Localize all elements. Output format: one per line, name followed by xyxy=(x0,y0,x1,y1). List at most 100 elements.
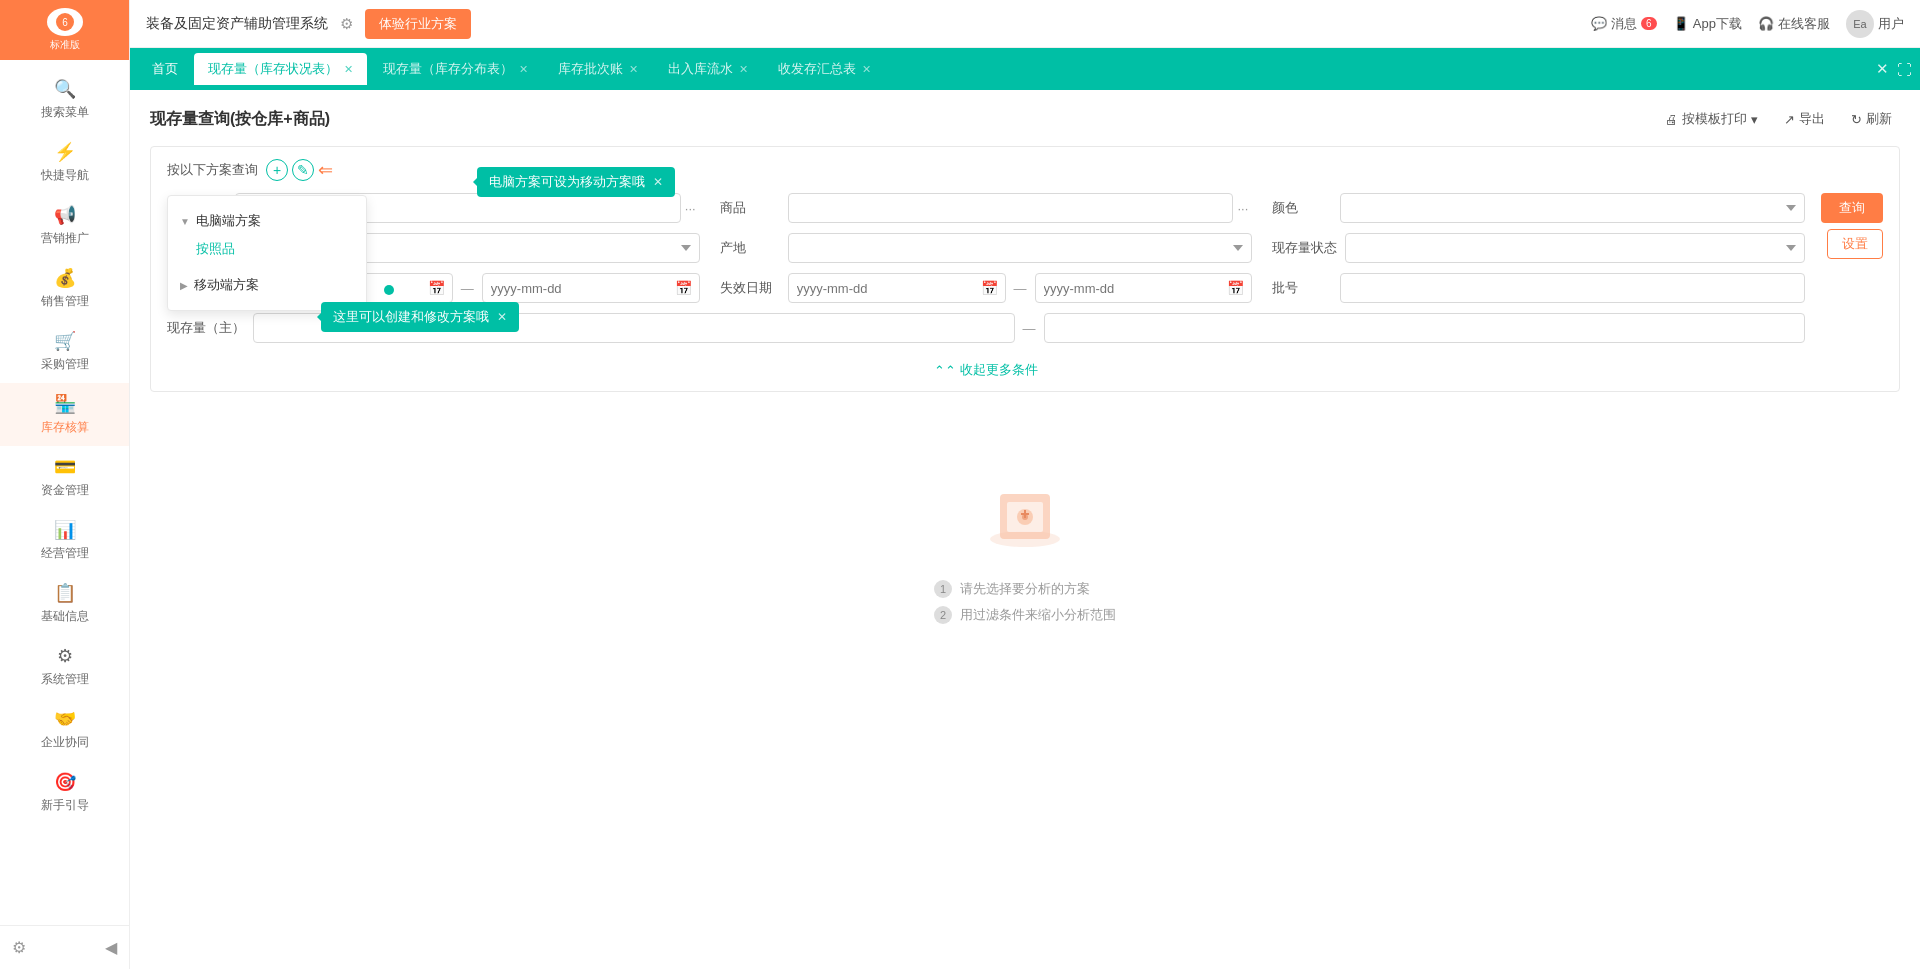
tab-inventory-status[interactable]: 现存量（库存状况表） ✕ xyxy=(194,53,367,85)
collapse-filter-btn[interactable]: ⌃⌃ 收起更多条件 xyxy=(167,353,1805,383)
goods-input[interactable] xyxy=(788,193,1234,223)
tab-batch-ledger[interactable]: 库存批次账 ✕ xyxy=(544,53,652,85)
scheme-item-bygoods[interactable]: 按照品 xyxy=(168,234,366,264)
message-icon: 💬 xyxy=(1591,16,1607,31)
sidebar-item-operation[interactable]: 📊 经营管理 xyxy=(0,509,129,572)
sidebar-item-search[interactable]: 🔍 搜索菜单 xyxy=(0,68,129,131)
stock-main-to-input[interactable] xyxy=(1044,313,1806,343)
tooltip-pc-close[interactable]: ✕ xyxy=(653,175,663,189)
sidebar-item-quicknav[interactable]: ⚡ 快捷导航 xyxy=(0,131,129,194)
empty-icon xyxy=(975,464,1075,564)
warehouse-more-icon[interactable]: ··· xyxy=(681,201,700,216)
sidebar-item-purchase[interactable]: 🛒 采购管理 xyxy=(0,320,129,383)
tab-close-batch-ledger[interactable]: ✕ xyxy=(629,63,638,76)
edit-scheme-btn[interactable]: ✎ xyxy=(292,159,314,181)
expire-date-end-calendar-icon[interactable]: 📅 xyxy=(1227,280,1244,296)
goods-more-icon[interactable]: ··· xyxy=(1233,201,1252,216)
scheme-group-arrow-icon: ▼ xyxy=(180,216,190,227)
sidebar: 6 标准版 🔍 搜索菜单 ⚡ 快捷导航 📢 营销推广 💰 销售管理 🛒 采购管理… xyxy=(0,0,130,969)
user-menu[interactable]: Ea 用户 xyxy=(1846,10,1904,38)
basic-icon: 📋 xyxy=(54,582,76,604)
page-content: 现存量查询(按仓库+商品) 🖨 按模板打印 ▾ ↗ 导出 ↻ 刷新 xyxy=(130,90,1920,969)
scheme-group-pc: ▼ 电脑端方案 按照品 xyxy=(168,204,366,268)
service-icon: 🎧 xyxy=(1758,16,1774,31)
scheme-group-pc-header[interactable]: ▼ 电脑端方案 xyxy=(168,208,366,234)
sidebar-item-sales[interactable]: 💰 销售管理 xyxy=(0,257,129,320)
tab-close-summary[interactable]: ✕ xyxy=(862,63,871,76)
quicknav-icon: ⚡ xyxy=(54,141,76,163)
sidebar-item-enterprise[interactable]: 🤝 企业协同 xyxy=(0,698,129,761)
expire-date-end-input[interactable] xyxy=(1035,273,1253,303)
color-select[interactable] xyxy=(1340,193,1805,223)
tab-close-inventory-status[interactable]: ✕ xyxy=(344,63,353,76)
filter-header: 按以下方案查询 + ✎ ⇐ ▼ 电脑端方案 xyxy=(167,159,1883,181)
page-actions: 🖨 按模板打印 ▾ ↗ 导出 ↻ 刷新 xyxy=(1657,106,1900,132)
settings-gear-icon[interactable]: ⚙ xyxy=(340,15,353,33)
collapse-icon[interactable]: ◀ xyxy=(105,938,117,957)
settings-icon[interactable]: ⚙ xyxy=(12,938,26,957)
produce-date-end-calendar-icon[interactable]: 📅 xyxy=(675,280,692,296)
tab-summary[interactable]: 收发存汇总表 ✕ xyxy=(764,53,885,85)
connector-dot xyxy=(384,285,394,295)
tooltip-pc-box: 电脑方案可设为移动方案哦 ✕ xyxy=(477,167,675,197)
reset-btn[interactable]: 设置 xyxy=(1827,229,1883,259)
tab-fullscreen-icon[interactable]: ⛶ xyxy=(1897,61,1912,78)
expire-date-input[interactable] xyxy=(788,273,1006,303)
stock-status-select[interactable] xyxy=(1345,233,1805,263)
tab-close-inventory-dist[interactable]: ✕ xyxy=(519,63,528,76)
sidebar-item-finance[interactable]: 💳 资金管理 xyxy=(0,446,129,509)
scheme-dropdown: ▼ 电脑端方案 按照品 ▶ 移动端方案 xyxy=(167,195,367,311)
message-btn[interactable]: 💬 消息 6 xyxy=(1591,15,1657,33)
add-scheme-btn[interactable]: + xyxy=(266,159,288,181)
sidebar-item-guide[interactable]: 🎯 新手引导 xyxy=(0,761,129,824)
stock-main-label: 现存量（主） xyxy=(167,319,245,337)
print-btn[interactable]: 🖨 按模板打印 ▾ xyxy=(1657,106,1766,132)
tab-home[interactable]: 首页 xyxy=(138,53,192,85)
tab-close-all-icon[interactable]: ✕ xyxy=(1876,60,1889,78)
batch-input[interactable] xyxy=(1340,273,1805,303)
export-btn[interactable]: ↗ 导出 xyxy=(1776,106,1833,132)
avatar: Ea xyxy=(1846,10,1874,38)
batch-label: 批号 xyxy=(1272,279,1332,297)
filter-row-3: 生产日期 📅 — 📅 xyxy=(167,273,1805,303)
refresh-btn[interactable]: ↻ 刷新 xyxy=(1843,106,1900,132)
export-icon: ↗ xyxy=(1784,112,1795,127)
sidebar-item-inventory[interactable]: 🏪 库存核算 xyxy=(0,383,129,446)
tooltip-edit-close[interactable]: ✕ xyxy=(497,310,507,324)
filter-label: 按以下方案查询 xyxy=(167,161,258,179)
sidebar-item-basic[interactable]: 📋 基础信息 xyxy=(0,572,129,635)
stock-main-sep: — xyxy=(1023,321,1036,336)
sidebar-item-system[interactable]: ⚙ 系统管理 xyxy=(0,635,129,698)
filter-batch: 批号 xyxy=(1272,273,1805,303)
inventory-icon: 🏪 xyxy=(54,393,76,415)
sidebar-item-marketing[interactable]: 📢 营销推广 xyxy=(0,194,129,257)
app-download-btn[interactable]: 📱 App下载 xyxy=(1673,15,1742,33)
purchase-icon: 🛒 xyxy=(54,330,76,352)
empty-state: 1 请先选择要分析的方案 2 用过滤条件来缩小分析范围 xyxy=(150,404,1900,664)
tab-inventory-dist[interactable]: 现存量（库存分布表） ✕ xyxy=(369,53,542,85)
expire-date-calendar-icon[interactable]: 📅 xyxy=(981,280,998,296)
tab-inout-flow[interactable]: 出入库流水 ✕ xyxy=(654,53,762,85)
trial-btn[interactable]: 体验行业方案 xyxy=(365,9,471,39)
scheme-arrow-icon[interactable]: ⇐ xyxy=(318,159,333,181)
sidebar-logo-text: 标准版 xyxy=(50,38,80,52)
produce-date-calendar-icon[interactable]: 📅 xyxy=(428,280,445,296)
origin-select[interactable] xyxy=(788,233,1253,263)
header-right: 💬 消息 6 📱 App下载 🎧 在线客服 Ea 用户 xyxy=(1591,10,1904,38)
filter-right-btns: 查询 设置 xyxy=(1821,193,1883,259)
tip-num-2: 2 xyxy=(934,606,952,624)
tooltip-edit-box: 这里可以创建和修改方案哦 ✕ xyxy=(321,302,519,332)
phone-icon: 📱 xyxy=(1673,16,1689,31)
query-btn[interactable]: 查询 xyxy=(1821,193,1883,223)
main-content: 装备及固定资产辅助管理系统 ⚙ 体验行业方案 💬 消息 6 📱 App下载 🎧 … xyxy=(130,0,1920,969)
expire-date-label: 失效日期 xyxy=(720,279,780,297)
tab-close-inout-flow[interactable]: ✕ xyxy=(739,63,748,76)
collapse-up-icon: ⌃⌃ xyxy=(934,363,956,378)
enterprise-icon: 🤝 xyxy=(54,708,76,730)
filter-fields: 仓库 ··· 商品 ··· xyxy=(167,193,1805,383)
page-title-row: 现存量查询(按仓库+商品) 🖨 按模板打印 ▾ ↗ 导出 ↻ 刷新 xyxy=(150,106,1900,132)
expire-date-input-wrap: 📅 xyxy=(788,273,1006,303)
produce-date-end-input[interactable] xyxy=(482,273,700,303)
scheme-group-mobile-header[interactable]: ▶ 移动端方案 xyxy=(168,272,366,298)
online-service-btn[interactable]: 🎧 在线客服 xyxy=(1758,15,1830,33)
